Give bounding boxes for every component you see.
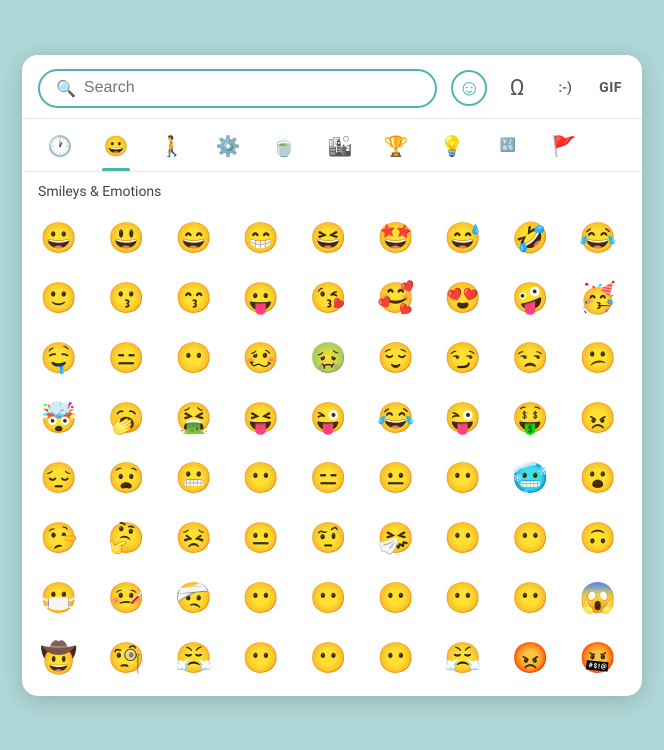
category-tabs: 🕐 😀 🚶 ⚙️ 🍵 🏙 🏆 💡 🔣 🚩 (22, 119, 642, 172)
emoji-cell[interactable]: 😘 (299, 270, 357, 328)
emoji-cell[interactable]: 😝 (232, 390, 290, 448)
emoji-cell[interactable]: 😏 (434, 330, 492, 388)
emoji-cell[interactable]: 🥶 (501, 450, 559, 508)
emoji-cell[interactable]: 😁 (232, 210, 290, 268)
emoji-cell[interactable]: 😣 (165, 510, 223, 568)
emoji-cell[interactable]: 🤑 (501, 390, 559, 448)
emoji-cell[interactable]: 🤤 (30, 330, 88, 388)
emoji-cell[interactable]: 🤢 (299, 330, 357, 388)
emoji-cell[interactable]: 🤔 (97, 510, 155, 568)
tab-activities[interactable]: ⚙️ (202, 127, 254, 171)
emoji-cell[interactable]: 😀 (30, 210, 88, 268)
emoji-picker: 🔍 ☺ Ω :-) GIF 🕐 😀 🚶 ⚙️ 🍵 🏙 🏆 💡 🔣 🚩 Smile… (22, 55, 642, 696)
emoji-cell[interactable]: 😙 (165, 270, 223, 328)
emoji-cell[interactable]: 🤪 (501, 270, 559, 328)
emoji-cell[interactable]: 😃 (97, 210, 155, 268)
emoji-cell[interactable]: 🙃 (569, 510, 627, 568)
emoji-cell[interactable]: 😧 (97, 450, 155, 508)
emoji-cell[interactable]: 🥳 (569, 270, 627, 328)
emoji-cell[interactable]: 😔 (30, 450, 88, 508)
emoji-cell[interactable]: 😐 (367, 450, 425, 508)
emoji-cell[interactable]: 😶 (232, 450, 290, 508)
emoji-cell[interactable]: 😆 (299, 210, 357, 268)
emoji-cell[interactable]: 😗 (97, 270, 155, 328)
emoji-cell[interactable]: 😱 (569, 570, 627, 628)
emoji-cell[interactable]: 🤯 (30, 390, 88, 448)
gif-button[interactable]: GIF (595, 70, 626, 106)
emoji-cell[interactable]: 🧐 (97, 630, 155, 688)
emoji-cell[interactable]: 🤮 (165, 390, 223, 448)
emoji-cell[interactable]: 😶 (367, 570, 425, 628)
emoji-cell[interactable]: 😄 (165, 210, 223, 268)
emoji-cell[interactable]: 😜 (434, 390, 492, 448)
emoji-cell[interactable]: 😅 (434, 210, 492, 268)
emoji-cell[interactable]: 🤕 (165, 570, 223, 628)
emoji-cell[interactable]: 😶 (367, 630, 425, 688)
tab-smileys[interactable]: 😀 (90, 127, 142, 171)
emoji-cell[interactable]: 😌 (367, 330, 425, 388)
tab-text[interactable]: 🔣 (482, 127, 534, 171)
emoji-cell[interactable]: 😒 (501, 330, 559, 388)
emoji-cell[interactable]: 😤 (434, 630, 492, 688)
emoji-cell[interactable]: 🤧 (367, 510, 425, 568)
emoji-grid: 😀😃😄😁😆🤩😅🤣😂🙂😗😙😛😘🥰😍🤪🥳🤤😑😶🥴🤢😌😏😒😕🤯🥱🤮😝😜😂😜🤑😠😔😧😬😶… (22, 206, 642, 696)
tab-recent[interactable]: 🕐 (34, 127, 86, 171)
tab-food[interactable]: 🍵 (258, 127, 310, 171)
emoji-cell[interactable]: 🥱 (97, 390, 155, 448)
tab-travel[interactable]: 🏙 (314, 127, 366, 171)
emoji-cell[interactable]: 😶 (232, 570, 290, 628)
search-icon: 🔍 (56, 79, 76, 98)
tab-flags[interactable]: 🚩 (538, 127, 590, 171)
emoji-tab-button[interactable]: ☺ (451, 70, 487, 106)
tab-people[interactable]: 🚶 (146, 127, 198, 171)
emoji-cell[interactable]: 😶 (501, 510, 559, 568)
search-box[interactable]: 🔍 (38, 69, 437, 108)
emoji-cell[interactable]: 🤩 (367, 210, 425, 268)
emoji-cell[interactable]: 🤠 (30, 630, 88, 688)
emoji-cell[interactable]: 😶 (299, 630, 357, 688)
omega-button[interactable]: Ω (499, 70, 535, 106)
emoji-cell[interactable]: 😂 (367, 390, 425, 448)
emoticon-button[interactable]: :-) (547, 70, 583, 106)
emoji-cell[interactable]: 🥰 (367, 270, 425, 328)
emoji-cell[interactable]: 😑 (97, 330, 155, 388)
emoji-cell[interactable]: 😶 (299, 570, 357, 628)
emoji-cell[interactable]: 🙂 (30, 270, 88, 328)
emoji-cell[interactable]: 😮 (569, 450, 627, 508)
tab-objects[interactable]: 🏆 (370, 127, 422, 171)
emoji-cell[interactable]: 😤 (165, 630, 223, 688)
emoji-cell[interactable]: 😠 (569, 390, 627, 448)
emoji-cell[interactable]: 🤨 (299, 510, 357, 568)
search-input[interactable] (84, 79, 419, 97)
emoji-cell[interactable]: 🥴 (232, 330, 290, 388)
emoji-cell[interactable]: 😑 (299, 450, 357, 508)
emoji-cell[interactable]: 😕 (569, 330, 627, 388)
emoji-cell[interactable]: 😜 (299, 390, 357, 448)
emoji-cell[interactable]: 😶 (232, 630, 290, 688)
emoji-cell[interactable]: 😶 (434, 450, 492, 508)
header-icons: ☺ Ω :-) GIF (451, 70, 626, 106)
emoji-cell[interactable]: 😂 (569, 210, 627, 268)
emoji-cell[interactable]: 😛 (232, 270, 290, 328)
emoji-cell[interactable]: 😶 (434, 570, 492, 628)
emoji-cell[interactable]: 😡 (501, 630, 559, 688)
emoji-cell[interactable]: 😷 (30, 570, 88, 628)
emoji-cell[interactable]: 😍 (434, 270, 492, 328)
emoji-cell[interactable]: 😐 (232, 510, 290, 568)
emoji-cell[interactable]: 😶 (165, 330, 223, 388)
emoji-cell[interactable]: 😶 (434, 510, 492, 568)
header: 🔍 ☺ Ω :-) GIF (22, 55, 642, 119)
emoji-cell[interactable]: 🤣 (501, 210, 559, 268)
tab-symbols[interactable]: 💡 (426, 127, 478, 171)
emoji-cell[interactable]: 🤬 (569, 630, 627, 688)
emoji-cell[interactable]: 🤥 (30, 510, 88, 568)
emoji-cell[interactable]: 😶 (501, 570, 559, 628)
emoji-cell[interactable]: 🤒 (97, 570, 155, 628)
emoji-cell[interactable]: 😬 (165, 450, 223, 508)
section-title: Smileys & Emotions (22, 172, 642, 206)
